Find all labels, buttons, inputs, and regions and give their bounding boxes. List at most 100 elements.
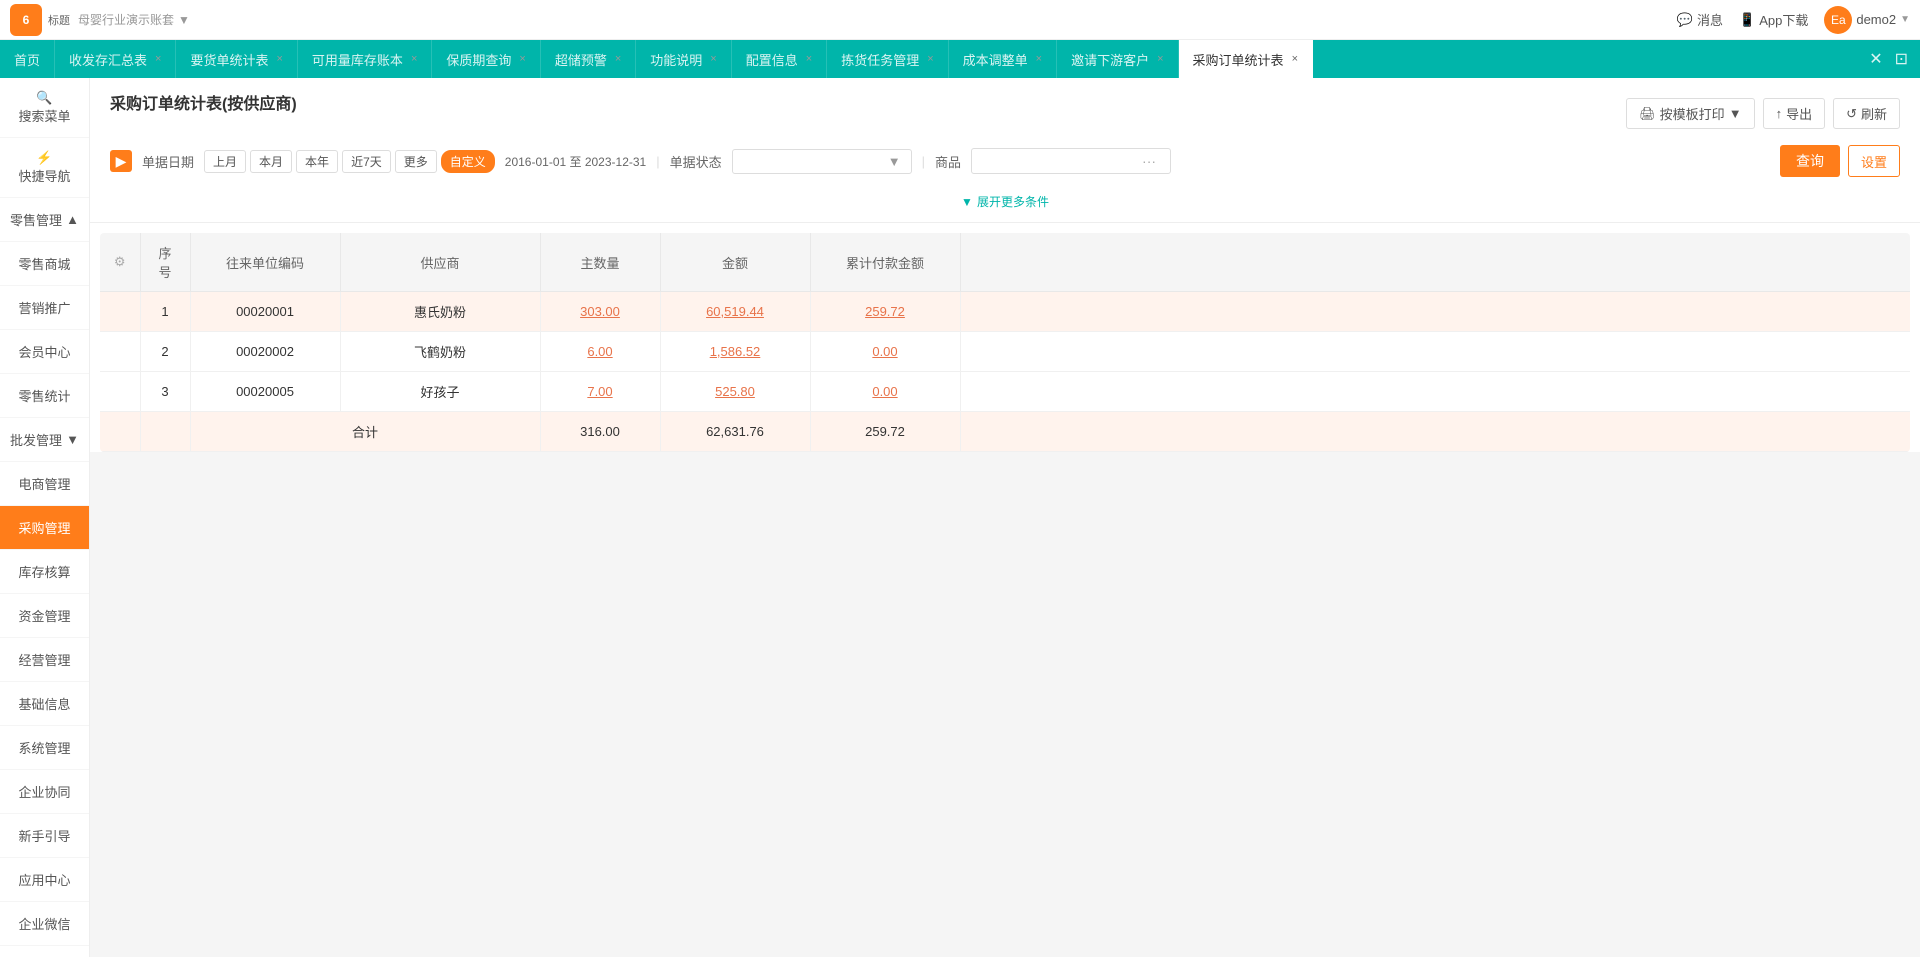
refresh-btn[interactable]: ↺ 刷新 (1833, 98, 1900, 129)
footer-qty: 316.00 (540, 412, 660, 452)
expand-more-btn[interactable]: ▼ 展开更多条件 (961, 193, 1049, 210)
tab-receive-summary[interactable]: 收发存汇总表 × (55, 40, 176, 78)
row1-extra (960, 292, 1910, 332)
close-tab-overstock-warning[interactable]: × (615, 53, 621, 65)
sidebar-item-purchase-mgmt[interactable]: 采购管理 (0, 506, 89, 550)
close-tab-available-inventory[interactable]: × (411, 53, 417, 65)
close-tab-shelf-life[interactable]: × (519, 53, 525, 65)
sidebar-item-quick-nav[interactable]: ⚡ 快捷导航 (0, 138, 89, 198)
row2-code: 00020002 (190, 332, 340, 372)
sidebar-item-search[interactable]: 🔍 搜索菜单 (0, 78, 89, 138)
footer-extra (960, 412, 1910, 452)
sidebar-item-search-label: 搜索菜单 (6, 106, 83, 125)
filter-toggle-btn[interactable]: ▶ (110, 150, 132, 172)
sidebar-item-retail-mgmt[interactable]: 零售管理 ▲ (0, 198, 89, 242)
settings-label: 设置 (1861, 152, 1887, 171)
sidebar-item-ecommerce-mgmt[interactable]: 电商管理 (0, 462, 89, 506)
close-tab-order-summary[interactable]: × (276, 53, 282, 65)
sidebar-item-operations-mgmt[interactable]: 经营管理 (0, 638, 89, 682)
row3-paid[interactable]: 0.00 (810, 372, 960, 412)
row1-settings (100, 292, 140, 332)
sidebar-item-system-mgmt[interactable]: 系统管理 (0, 726, 89, 770)
row3-qty[interactable]: 7.00 (540, 372, 660, 412)
sidebar-item-retail-store[interactable]: 零售商城 (0, 242, 89, 286)
breadcrumb-arrow: ▼ (178, 13, 190, 27)
sidebar: 🔍 搜索菜单 ⚡ 快捷导航 零售管理 ▲ 零售商城 营销推广 会员中心 零售统计… (0, 78, 90, 957)
sidebar-item-app-center[interactable]: 应用中心 (0, 858, 89, 902)
close-tab-picking-task[interactable]: × (927, 53, 933, 65)
query-btn[interactable]: 查询 (1780, 145, 1840, 177)
app-download-btn[interactable]: 📱 App下载 (1739, 10, 1808, 29)
row3-code: 00020005 (190, 372, 340, 412)
logo-icon: 6 (10, 4, 42, 36)
col-settings[interactable]: ⚙ (100, 233, 140, 292)
row3-amount[interactable]: 525.80 (660, 372, 810, 412)
print-btn[interactable]: 🖨 按模板打印 ▼ (1626, 98, 1754, 129)
date-btn-custom[interactable]: 自定义 (441, 150, 495, 173)
settings-btn[interactable]: 设置 (1848, 145, 1900, 177)
sidebar-item-enterprise-wechat[interactable]: 企业微信 (0, 902, 89, 946)
tab-cost-adjust-label: 成本调整单 (963, 50, 1028, 69)
tab-home[interactable]: 首页 (0, 40, 55, 78)
close-tab-receive-summary[interactable]: × (155, 53, 161, 65)
filter-divider-1: | (656, 154, 659, 169)
sidebar-item-inventory-check[interactable]: 库存核算 (0, 550, 89, 594)
col-amount-header: 金额 (660, 233, 810, 292)
tab-available-inventory[interactable]: 可用量库存账本 × (298, 40, 432, 78)
close-tab-invite-downstream[interactable]: × (1157, 53, 1163, 65)
top-bar: 6 标题 母婴行业演示账套 ▼ 💬 消息 📱 App下载 Ea demo2 ▼ (0, 0, 1920, 40)
tab-overstock-warning[interactable]: 超储预警 × (541, 40, 636, 78)
col-num-header: 序号 (140, 233, 190, 292)
tab-picking-task[interactable]: 拣货任务管理 × (827, 40, 948, 78)
data-table: ⚙ 序号 往来单位编码 供应商 主数量 金额 累计付款金额 (100, 233, 1910, 452)
row1-amount[interactable]: 60,519.44 (660, 292, 810, 332)
tab-cost-adjust[interactable]: 成本调整单 × (949, 40, 1057, 78)
row1-paid[interactable]: 259.72 (810, 292, 960, 332)
sidebar-item-finance-mgmt[interactable]: 资金管理 (0, 594, 89, 638)
sidebar-item-vip-member[interactable]: 畅会员 (0, 946, 89, 957)
tab-order-summary[interactable]: 要货单统计表 × (176, 40, 297, 78)
status-select[interactable]: ▼ (732, 149, 912, 174)
export-icon: ↑ (1776, 106, 1783, 121)
sidebar-item-basic-info[interactable]: 基础信息 (0, 682, 89, 726)
tabs-menu-btn[interactable]: ⊡ (1891, 45, 1912, 73)
tab-function-desc[interactable]: 功能说明 × (636, 40, 731, 78)
refresh-label: 刷新 (1861, 104, 1887, 123)
row2-paid[interactable]: 0.00 (810, 332, 960, 372)
tab-function-desc-label: 功能说明 (650, 50, 702, 69)
row2-num: 2 (140, 332, 190, 372)
sidebar-item-retail-stats[interactable]: 零售统计 (0, 374, 89, 418)
row2-extra (960, 332, 1910, 372)
close-tab-cost-adjust[interactable]: × (1036, 53, 1042, 65)
sidebar-item-marketing[interactable]: 营销推广 (0, 286, 89, 330)
export-btn[interactable]: ↑ 导出 (1763, 98, 1826, 129)
page-content-wrapper: 采购订单统计表(按供应商) 🖨 按模板打印 ▼ ↑ 导出 (90, 78, 1920, 452)
sidebar-item-wholesale-mgmt[interactable]: 批发管理 ▼ (0, 418, 89, 462)
close-tab-purchase-summary[interactable]: × (1292, 53, 1298, 65)
row2-qty[interactable]: 6.00 (540, 332, 660, 372)
sidebar-item-member-center[interactable]: 会员中心 (0, 330, 89, 374)
date-btn-more[interactable]: 更多 (395, 150, 437, 173)
sidebar-item-purchase-mgmt-label: 采购管理 (6, 518, 83, 537)
goods-input-more-btn[interactable]: ··· (1138, 153, 1160, 169)
sidebar-item-new-guide[interactable]: 新手引导 (0, 814, 89, 858)
date-btn-last-month[interactable]: 上月 (204, 150, 246, 173)
close-tab-config-info[interactable]: × (806, 53, 812, 65)
row2-amount[interactable]: 1,586.52 (660, 332, 810, 372)
tab-order-summary-label: 要货单统计表 (190, 50, 268, 69)
message-btn[interactable]: 💬 消息 (1677, 10, 1723, 29)
tab-purchase-summary[interactable]: 采购订单统计表 × (1179, 40, 1313, 78)
tab-invite-downstream[interactable]: 邀请下游客户 × (1057, 40, 1178, 78)
tab-config-info[interactable]: 配置信息 × (732, 40, 827, 78)
sidebar-item-enterprise-collab[interactable]: 企业协同 (0, 770, 89, 814)
date-btn-this-month[interactable]: 本月 (250, 150, 292, 173)
date-btn-7days[interactable]: 近7天 (342, 150, 391, 173)
row1-qty[interactable]: 303.00 (540, 292, 660, 332)
tab-shelf-life[interactable]: 保质期查询 × (432, 40, 540, 78)
tab-picking-task-label: 拣货任务管理 (841, 50, 919, 69)
user-menu[interactable]: Ea demo2 ▼ (1824, 6, 1910, 34)
close-tab-function-desc[interactable]: × (710, 53, 716, 65)
goods-input[interactable]: ··· (971, 148, 1171, 174)
date-btn-this-year[interactable]: 本年 (296, 150, 338, 173)
close-all-tabs-btn[interactable]: ✕ (1865, 45, 1886, 73)
